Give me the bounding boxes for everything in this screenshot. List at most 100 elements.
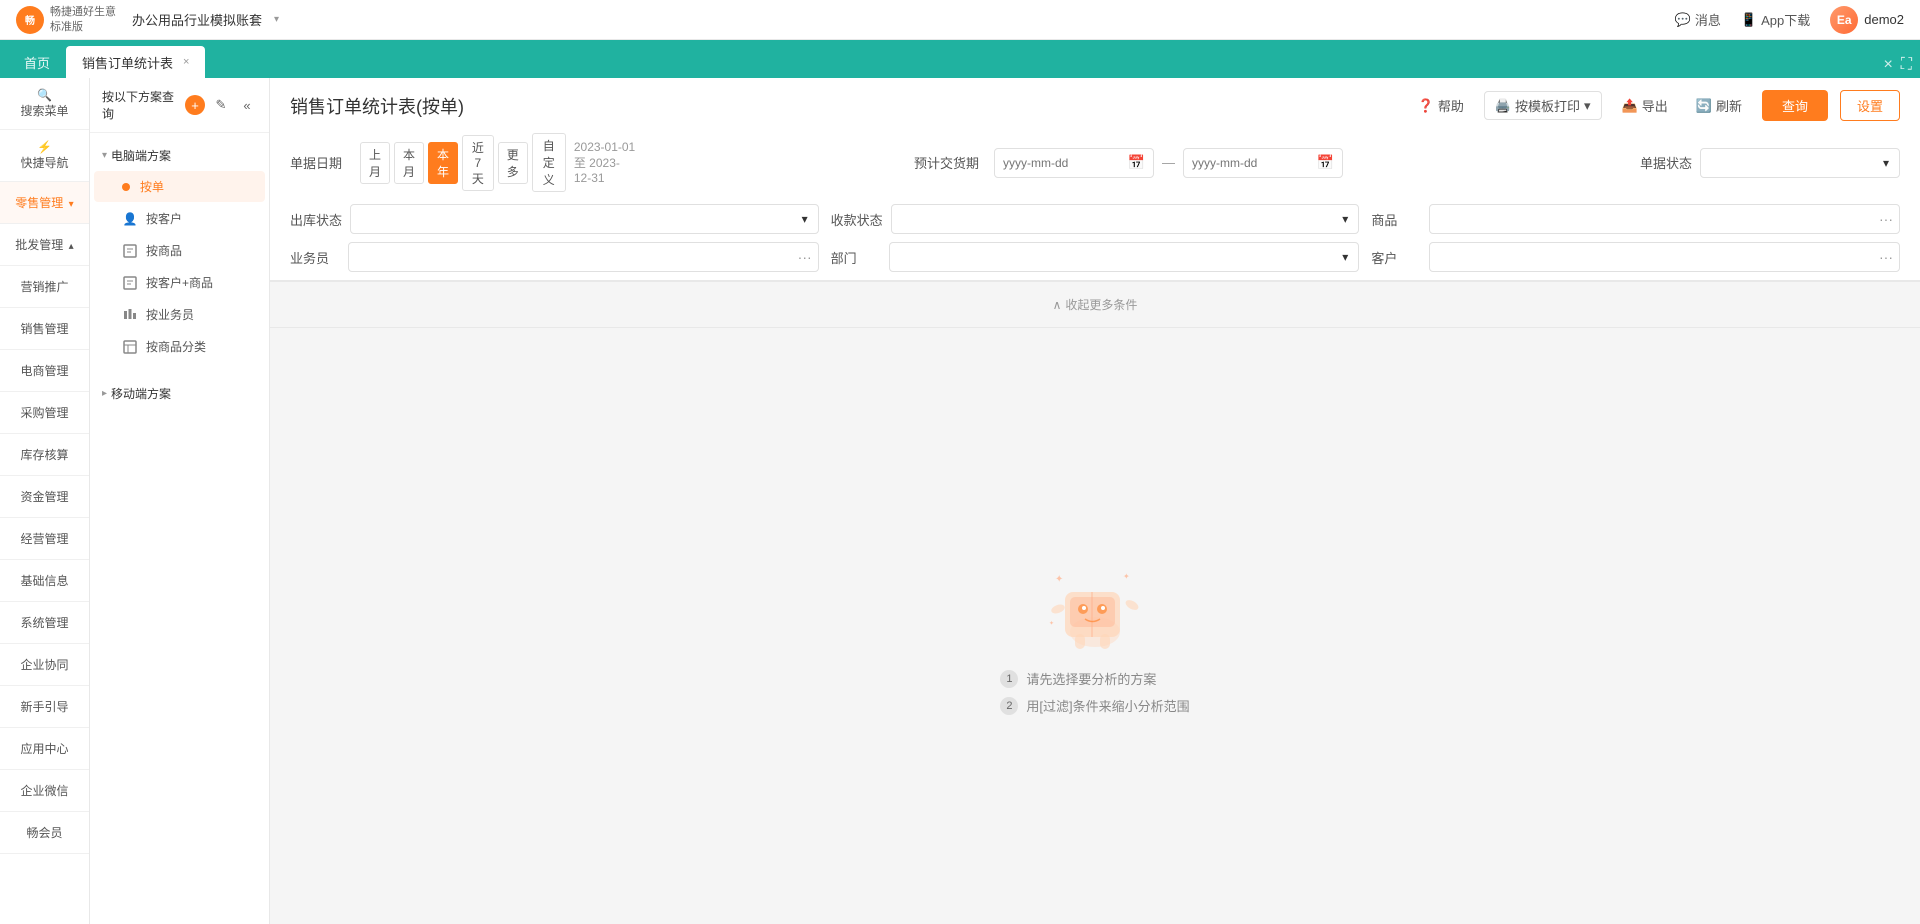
collapse-panel-btn[interactable]: « — [237, 95, 257, 115]
sidebar-item-retail[interactable]: 零售管理 ▾ — [0, 182, 89, 224]
filter-field-payment: 收款状态 ▾ — [831, 204, 1360, 234]
payment-status-select[interactable]: ▾ — [891, 204, 1360, 234]
date-btn-custom[interactable]: 自定义 — [532, 133, 566, 192]
sidebar-search[interactable]: 🔍 搜索菜单 — [0, 78, 89, 130]
user-area[interactable]: Ea demo2 — [1830, 6, 1904, 34]
product-more-icon[interactable]: ··· — [1873, 211, 1899, 227]
customer-input[interactable] — [1430, 246, 1873, 268]
status-select[interactable]: ▾ — [1700, 148, 1900, 178]
product-input[interactable] — [1430, 208, 1873, 230]
svg-text:✦: ✦ — [1123, 572, 1130, 581]
salesman-more-icon[interactable]: ··· — [792, 249, 818, 265]
tab-home[interactable]: 首页 — [8, 46, 66, 78]
left-panel: 按以下方案查询 + ✎ « ▾ 电脑端方案 按单 👤 按客户 — [90, 78, 270, 924]
scheme-item-by-product[interactable]: 按商品 — [94, 235, 265, 266]
date-btn-thisyear[interactable]: 本年 — [428, 142, 458, 184]
sidebar-item-ecommerce[interactable]: 电商管理 — [0, 350, 89, 392]
top-bar-left: 畅 畅捷通好生意 标准版 办公用品行业模拟账套 ▾ — [16, 5, 279, 34]
app-download-icon: 📱 — [1741, 12, 1757, 28]
message-action[interactable]: 💬 消息 — [1675, 10, 1721, 29]
product-input-group[interactable]: ··· — [1429, 204, 1900, 234]
customer-input-group[interactable]: ··· — [1429, 242, 1900, 272]
sidebar-item-newguide[interactable]: 新手引导 — [0, 686, 89, 728]
empty-illustration: ✦ ✦ ✦ — [1035, 537, 1155, 657]
logo-area[interactable]: 畅 畅捷通好生意 标准版 — [16, 5, 116, 34]
filter-field-customer: 客户 ··· — [1371, 242, 1900, 272]
filter-row-date: 单据日期 上月 本月 本年 近7天 更多 自定义 2023-01-01 至 20… — [290, 133, 1900, 192]
collapse-chevron-icon: ∧ — [1053, 298, 1062, 312]
expected-end-input[interactable] — [1192, 156, 1313, 170]
sidebar-item-cooperation[interactable]: 企业协同 — [0, 644, 89, 686]
sidebar-quick-nav[interactable]: ⚡ 快捷导航 — [0, 130, 89, 182]
status-label: 单据状态 — [1640, 153, 1700, 172]
date-btn-thismonth[interactable]: 本月 — [394, 142, 424, 184]
scheme-item-by-product-category[interactable]: 按商品分类 — [94, 331, 265, 362]
sidebar-item-sales[interactable]: 销售管理 — [0, 308, 89, 350]
date-button-group: 上月 本月 本年 近7天 更多 自定义 2023-01-01 至 2023-12… — [360, 133, 637, 192]
main-content: 🔍 搜索菜单 ⚡ 快捷导航 零售管理 ▾ 批发管理 ▴ 营销推广 销售管理 电商… — [0, 78, 1920, 924]
ship-status-select[interactable]: ▾ — [350, 204, 819, 234]
edit-scheme-btn[interactable]: ✎ — [211, 95, 231, 115]
sidebar-item-appcenter[interactable]: 应用中心 — [0, 728, 89, 770]
salesman-label: 业务员 — [290, 248, 340, 267]
scheme-parent-pc[interactable]: ▾ 电脑端方案 — [90, 141, 269, 170]
export-icon: 📤 — [1622, 98, 1638, 114]
settings-btn[interactable]: 设置 — [1840, 90, 1900, 121]
print-btn[interactable]: 🖨️ 按模板打印 ▾ — [1484, 91, 1602, 120]
sidebar-item-purchase[interactable]: 采购管理 — [0, 392, 89, 434]
sidebar-item-inventory[interactable]: 库存核算 — [0, 434, 89, 476]
tab-active[interactable]: 销售订单统计表 × — [66, 46, 205, 78]
page-header-actions: ❓ 帮助 🖨️ 按模板打印 ▾ 📤 导出 � — [1410, 90, 1900, 121]
tab-bar: 首页 销售订单统计表 × × ⛶ — [0, 40, 1920, 78]
date-btn-more[interactable]: 更多 — [498, 142, 528, 184]
help-btn[interactable]: ❓ 帮助 — [1410, 92, 1472, 119]
department-select[interactable]: ▾ — [889, 242, 1360, 272]
window-maximize-icon[interactable]: ⛶ — [1901, 56, 1912, 74]
date-btn-last7days[interactable]: 近7天 — [462, 135, 494, 191]
scheme-item-by-order[interactable]: 按单 — [94, 171, 265, 202]
sidebar-item-operation[interactable]: 经营管理 — [0, 518, 89, 560]
date-btn-lastmonth[interactable]: 上月 — [360, 142, 390, 184]
query-btn[interactable]: 查询 — [1762, 90, 1828, 121]
export-btn[interactable]: 📤 导出 — [1614, 92, 1676, 119]
salesman-input-group[interactable]: ··· — [348, 242, 819, 272]
svg-text:✦: ✦ — [1049, 620, 1054, 627]
product-category-icon — [122, 339, 138, 355]
status-dropdown-icon: ▾ — [1883, 156, 1889, 170]
sidebar-item-corpwechat[interactable]: 企业微信 — [0, 770, 89, 812]
empty-state: ✦ ✦ ✦ 1 请先选择要分析的方案 2 用[过滤]条件来缩小分析范围 — [270, 328, 1920, 924]
add-scheme-btn[interactable]: + — [185, 95, 205, 115]
filter-field-department: 部门 ▾ — [831, 242, 1360, 272]
sidebar-item-member[interactable]: 畅会员 — [0, 812, 89, 854]
window-close-icon[interactable]: × — [1883, 56, 1892, 74]
sidebar-item-marketing[interactable]: 营销推广 — [0, 266, 89, 308]
left-panel-header: 按以下方案查询 + ✎ « — [90, 78, 269, 133]
sidebar-item-basic[interactable]: 基础信息 — [0, 560, 89, 602]
salesman-input[interactable] — [349, 246, 792, 268]
svg-text:畅: 畅 — [25, 14, 35, 27]
print-icon: 🖨️ — [1495, 98, 1511, 114]
sidebar-item-system[interactable]: 系统管理 — [0, 602, 89, 644]
filter-section-row3: 业务员 ··· 部门 ▾ 客户 — [290, 242, 1900, 280]
expected-start-input[interactable] — [1003, 156, 1124, 170]
step-2-num: 2 — [1000, 697, 1018, 715]
scheme-parent-mobile[interactable]: ▸ 移动端方案 — [90, 379, 269, 408]
collapse-btn[interactable]: ∧ 收起更多条件 — [1045, 288, 1146, 321]
app-download-action[interactable]: 📱 App下载 — [1741, 10, 1810, 29]
expected-end-date-input[interactable]: 📅 — [1183, 148, 1343, 178]
expected-start-date-input[interactable]: 📅 — [994, 148, 1154, 178]
page-header: 销售订单统计表(按单) ❓ 帮助 🖨️ 按模板打印 ▾ 📤 — [270, 78, 1920, 281]
expected-end-calendar-icon: 📅 — [1317, 154, 1334, 171]
scheme-item-by-customer-product[interactable]: 按客户+商品 — [94, 267, 265, 298]
scheme-item-by-salesman[interactable]: 按业务员 — [94, 299, 265, 330]
filter-field-salesman: 业务员 ··· — [290, 242, 819, 272]
sidebar-item-wholesale[interactable]: 批发管理 ▴ — [0, 224, 89, 266]
content-area: 销售订单统计表(按单) ❓ 帮助 🖨️ 按模板打印 ▾ 📤 — [270, 78, 1920, 924]
customer-more-icon[interactable]: ··· — [1873, 249, 1899, 265]
scheme-item-by-customer[interactable]: 👤 按客户 — [94, 203, 265, 234]
tab-close-icon[interactable]: × — [183, 56, 189, 68]
refresh-btn[interactable]: 🔄 刷新 — [1688, 92, 1750, 119]
sidebar-item-finance[interactable]: 资金管理 — [0, 476, 89, 518]
app-title-dropdown-icon[interactable]: ▾ — [274, 14, 279, 25]
scheme-section-pc: ▾ 电脑端方案 按单 👤 按客户 按商品 按客户+商品 — [90, 133, 269, 371]
